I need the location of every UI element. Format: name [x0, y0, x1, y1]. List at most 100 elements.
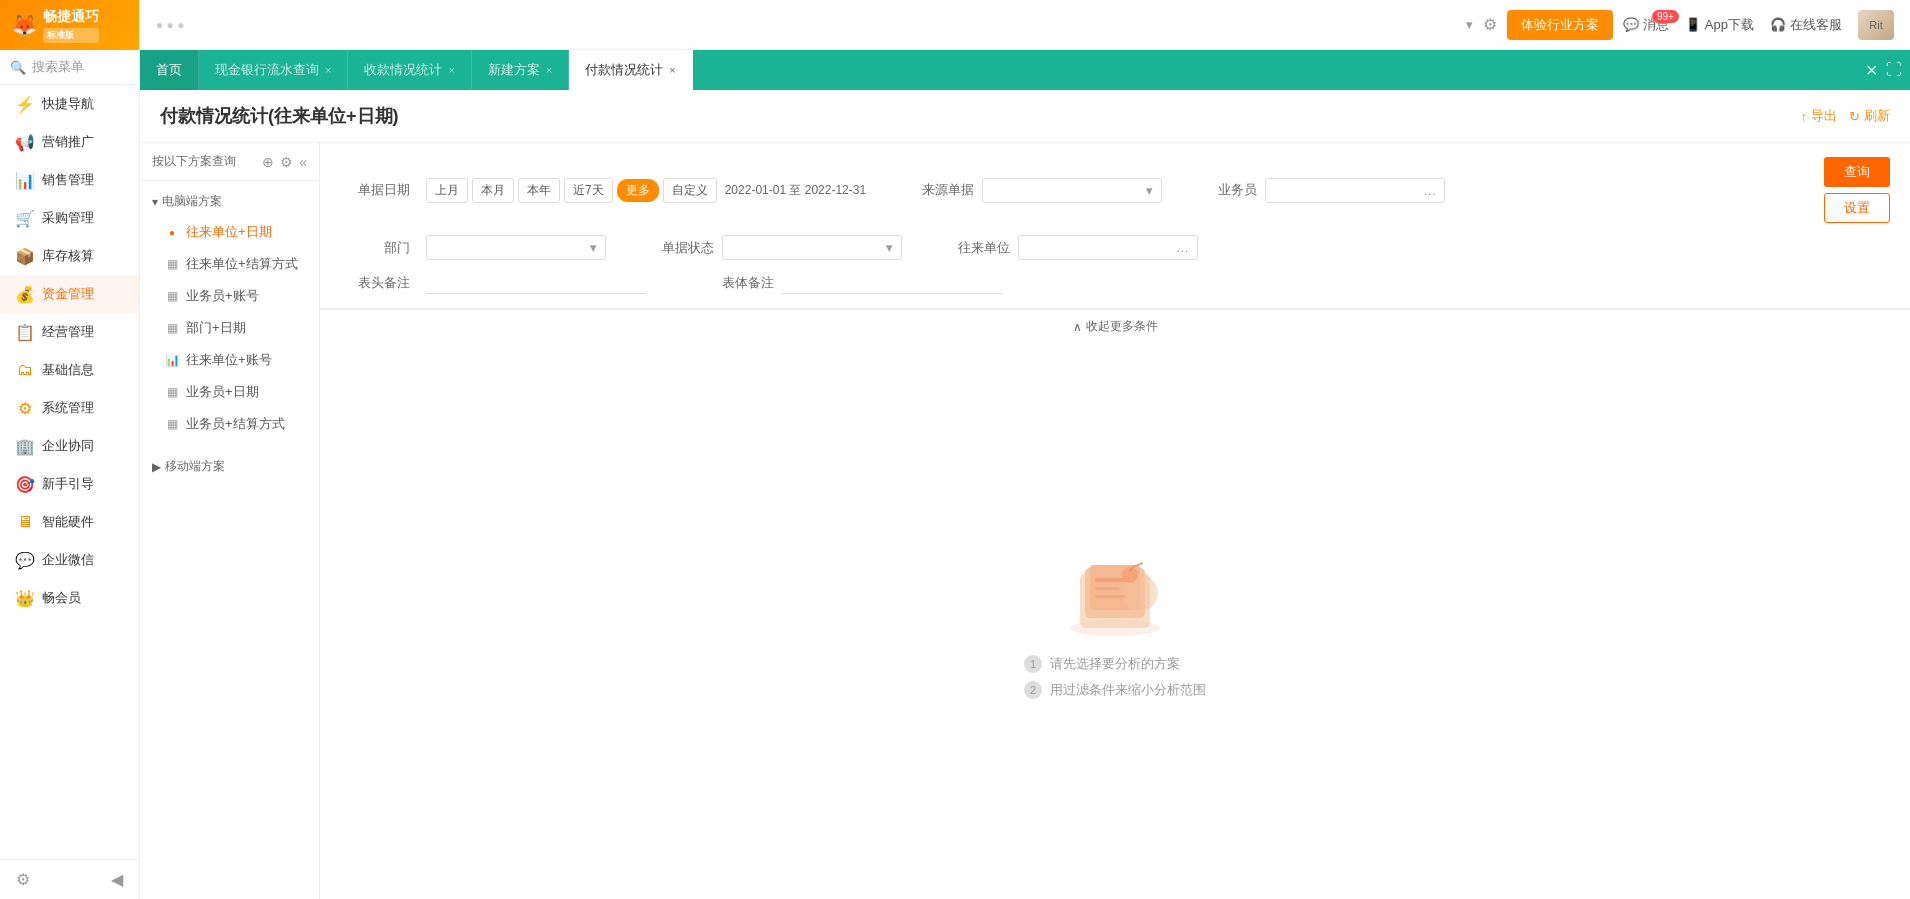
add-scheme-icon[interactable]: ⊕ [262, 154, 274, 170]
tab-payment-stats[interactable]: 付款情况统计 × [569, 50, 692, 90]
source-select[interactable]: ▾ [982, 178, 1162, 203]
body-note-input[interactable] [782, 272, 1002, 294]
scheme-icon-partner-account: 📊 [164, 352, 180, 368]
tab-bank-flow[interactable]: 现金银行流水查询 × [199, 50, 348, 90]
scheme-item-partner-account[interactable]: 📊 往来单位+账号 [140, 344, 319, 376]
body-note-label: 表体备注 [722, 274, 774, 292]
dropdown-icon[interactable]: ▾ [1466, 17, 1473, 32]
scheme-collapse-icon[interactable]: « [299, 154, 307, 170]
search-trigger[interactable]: 🔍 搜索菜单 [10, 58, 129, 76]
tabbar: 首页 现金银行流水查询 × 收款情况统计 × 新建方案 × 付款情况统计 × ✕… [140, 50, 1910, 90]
scheme-item-partner-date[interactable]: ● 往来单位+日期 [140, 216, 319, 248]
scheme-panel-header: 按以下方案查询 ⊕ ⚙ « [140, 143, 319, 181]
sidebar-collapse-icon[interactable]: ◀ [111, 870, 123, 889]
sidebar-search-area[interactable]: 🔍 搜索菜单 [0, 50, 139, 85]
date-btn-more[interactable]: 更多 [617, 179, 659, 202]
svg-rect-6 [1095, 587, 1120, 590]
purchase-icon: 🛒 [16, 209, 34, 227]
tab-close-all-icon[interactable]: ✕ [1865, 61, 1878, 80]
scheme-label-partner-settle: 往来单位+结算方式 [186, 255, 298, 273]
scheme-settings-icon[interactable]: ⚙ [280, 154, 293, 170]
date-btn-custom[interactable]: 自定义 [663, 178, 717, 203]
partner-select[interactable]: … [1018, 235, 1198, 260]
desktop-group-label: 电脑端方案 [162, 193, 222, 210]
staff-select[interactable]: … [1265, 178, 1445, 203]
online-service-btn[interactable]: 🎧 在线客服 [1770, 16, 1842, 34]
sidebar-item-member[interactable]: 👑 畅会员 [0, 579, 139, 617]
app-download-btn[interactable]: 📱 App下载 [1685, 16, 1754, 34]
filter-row-2: 部门 ▾ 单据状态 ▾ 往来单位 [340, 235, 1890, 260]
mobile-group-label: 移动端方案 [165, 458, 225, 475]
main-area: ● ● ● ▾ ⚙ 体验行业方案 💬 消息 99+ 📱 App下载 🎧 在线客服… [140, 0, 1910, 899]
sidebar-label-basic: 基础信息 [42, 361, 94, 379]
query-btn[interactable]: 查询 [1824, 157, 1890, 187]
sidebar-item-system[interactable]: ⚙ 系统管理 [0, 389, 139, 427]
voucher-status-select[interactable]: ▾ [722, 235, 902, 260]
date-btn-last-month[interactable]: 上月 [426, 178, 468, 203]
tab-receipt-stats[interactable]: 收款情况统计 × [348, 50, 471, 90]
desktop-scheme-group: ▾ 电脑端方案 ● 往来单位+日期 ▦ 往来单位+结算方式 ▦ 业务员+账号 ▦ [140, 181, 319, 446]
sidebar-item-sales[interactable]: 📊 销售管理 [0, 161, 139, 199]
export-btn[interactable]: ↑ 导出 [1801, 107, 1838, 125]
sidebar-item-guide[interactable]: 🎯 新手引导 [0, 465, 139, 503]
scheme-item-staff-settle[interactable]: ▦ 业务员+结算方式 [140, 408, 319, 440]
hardware-icon: 🖥 [16, 513, 34, 531]
sidebar-item-enterprise[interactable]: 🏢 企业协同 [0, 427, 139, 465]
scheme-item-dept-date[interactable]: ▦ 部门+日期 [140, 312, 319, 344]
filter-area: 单据日期 上月 本月 本年 近7天 更多 自定义 2022-01-01 至 20… [320, 143, 1910, 899]
sidebar-label-purchase: 采购管理 [42, 209, 94, 227]
scheme-item-partner-settle[interactable]: ▦ 往来单位+结算方式 [140, 248, 319, 280]
sidebar-label-guide: 新手引导 [42, 475, 94, 493]
topbar: ● ● ● ▾ ⚙ 体验行业方案 💬 消息 99+ 📱 App下载 🎧 在线客服… [140, 0, 1910, 50]
tab-new-scheme[interactable]: 新建方案 × [472, 50, 569, 90]
desktop-group-title[interactable]: ▾ 电脑端方案 [140, 187, 319, 216]
sidebar-item-basic[interactable]: 🗂 基础信息 [0, 351, 139, 389]
tab-home[interactable]: 首页 [140, 50, 199, 90]
tab-home-label: 首页 [156, 61, 182, 79]
date-btn-last-7days[interactable]: 近7天 [564, 178, 613, 203]
tab-bank-flow-close[interactable]: × [325, 64, 331, 76]
sidebar-item-wechat[interactable]: 💬 企业微信 [0, 541, 139, 579]
mobile-group-title[interactable]: ▶ 移动端方案 [140, 452, 319, 481]
scheme-item-staff-account[interactable]: ▦ 业务员+账号 [140, 280, 319, 312]
sidebar-item-fund[interactable]: 💰 资金管理 [0, 275, 139, 313]
scheme-label-partner-account: 往来单位+账号 [186, 351, 272, 369]
sidebar-label-wechat: 企业微信 [42, 551, 94, 569]
topbar-settings-icon[interactable]: ⚙ [1483, 15, 1497, 34]
header-note-input[interactable] [426, 272, 646, 294]
filter-settings-btn[interactable]: 设置 [1824, 193, 1890, 223]
date-btn-this-year[interactable]: 本年 [518, 178, 560, 203]
export-icon: ↑ [1801, 109, 1808, 124]
sidebar-item-quick-nav[interactable]: ⚡ 快捷导航 [0, 85, 139, 123]
dept-dropdown-icon: ▾ [590, 240, 597, 255]
staff-label: 业务员 [1218, 181, 1257, 199]
sidebar-item-hardware[interactable]: 🖥 智能硬件 [0, 503, 139, 541]
scheme-item-staff-date[interactable]: ▦ 业务员+日期 [140, 376, 319, 408]
sidebar-settings-icon[interactable]: ⚙ [16, 870, 30, 889]
filter-row-3: 表头备注 表体备注 [340, 272, 1890, 294]
user-avatar[interactable]: Rit [1858, 10, 1894, 40]
logo-icon: 🦊 [12, 13, 37, 37]
date-btn-this-month[interactable]: 本月 [472, 178, 514, 203]
industry-btn[interactable]: 体验行业方案 [1507, 10, 1613, 40]
dept-select[interactable]: ▾ [426, 235, 606, 260]
fund-icon: 💰 [16, 285, 34, 303]
tab-receipt-stats-close[interactable]: × [448, 64, 454, 76]
wechat-icon: 💬 [16, 551, 34, 569]
collapse-bar[interactable]: ∧ 收起更多条件 [320, 309, 1910, 343]
tab-payment-stats-close[interactable]: × [669, 64, 675, 76]
enterprise-icon: 🏢 [16, 437, 34, 455]
tab-new-scheme-close[interactable]: × [546, 64, 552, 76]
messages-btn[interactable]: 💬 消息 99+ [1623, 16, 1669, 34]
refresh-btn[interactable]: ↻ 刷新 [1849, 107, 1890, 125]
sidebar-item-marketing[interactable]: 📢 营销推广 [0, 123, 139, 161]
empty-state: 1 请先选择要分析的方案 2 用过滤条件来缩小分析范围 [320, 343, 1910, 899]
empty-hint-1: 1 请先选择要分析的方案 [1024, 655, 1206, 673]
sidebar-item-operation[interactable]: 📋 经营管理 [0, 313, 139, 351]
scheme-icon-staff-date: ▦ [164, 384, 180, 400]
sidebar-item-inventory[interactable]: 📦 库存核算 [0, 237, 139, 275]
avatar-text: Rit [1869, 19, 1882, 31]
empty-hints: 1 请先选择要分析的方案 2 用过滤条件来缩小分析范围 [1024, 655, 1206, 699]
sidebar-item-purchase[interactable]: 🛒 采购管理 [0, 199, 139, 237]
tab-expand-icon[interactable]: ⛶ [1886, 61, 1902, 79]
